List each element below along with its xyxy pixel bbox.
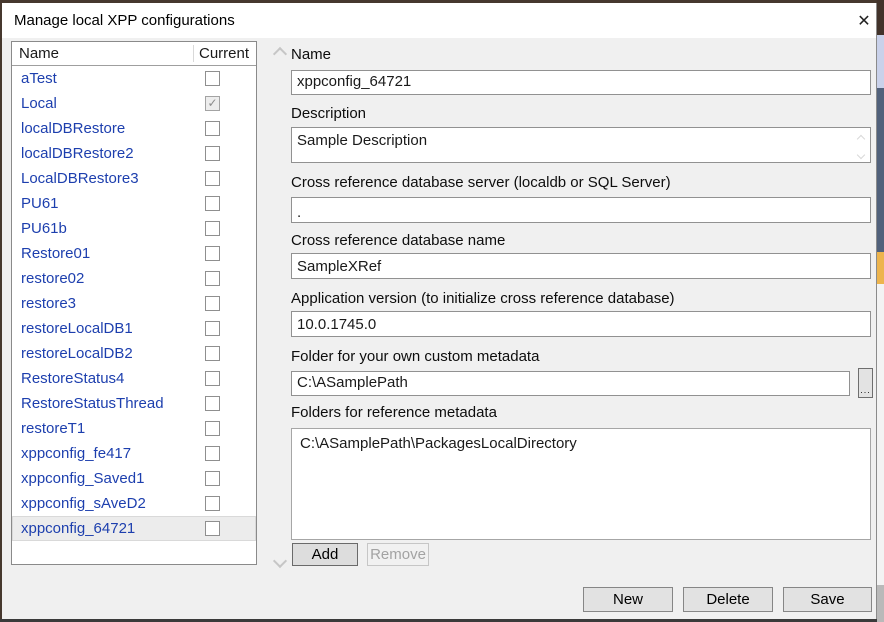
list-item[interactable]: RestoreStatus4 xyxy=(12,366,256,391)
current-checkbox[interactable] xyxy=(205,446,220,461)
config-name[interactable]: xppconfig_sAveD2 xyxy=(12,495,205,512)
name-input[interactable]: xppconfig_64721 xyxy=(291,70,871,95)
list-item[interactable]: restore3 xyxy=(12,291,256,316)
config-list-header: Name Current xyxy=(12,42,256,66)
column-header-name[interactable]: Name xyxy=(12,45,193,62)
background-sliver xyxy=(877,35,884,88)
list-item[interactable]: PU61b xyxy=(12,216,256,241)
list-item[interactable]: restoreT1 xyxy=(12,416,256,441)
current-checkbox[interactable] xyxy=(205,221,220,236)
name-label: Name xyxy=(291,46,332,63)
list-item[interactable]: xppconfig_sAveD2 xyxy=(12,491,256,516)
config-name[interactable]: restore3 xyxy=(12,295,205,312)
app-version-label: Application version (to initialize cross… xyxy=(291,290,675,307)
current-checkbox[interactable] xyxy=(205,421,220,436)
current-checkbox[interactable] xyxy=(205,246,220,261)
current-checkbox[interactable] xyxy=(205,496,220,511)
config-list: Name Current aTest Local ✓ localDBRestore lo… xyxy=(11,41,257,565)
save-button[interactable]: Save xyxy=(783,587,872,612)
config-name[interactable]: xppconfig_Saved1 xyxy=(12,470,205,487)
list-item[interactable]: Local ✓ xyxy=(12,91,256,116)
config-name[interactable]: localDBRestore2 xyxy=(12,145,205,162)
current-checkbox[interactable] xyxy=(205,71,220,86)
current-checkbox[interactable] xyxy=(205,371,220,386)
config-name[interactable]: Local xyxy=(12,95,205,112)
config-name[interactable]: xppconfig_fe417 xyxy=(12,445,205,462)
config-name[interactable]: restore02 xyxy=(12,270,205,287)
xref-name-label: Cross reference database name xyxy=(291,232,506,249)
delete-button[interactable]: Delete xyxy=(683,587,773,612)
ref-folders-label: Folders for reference metadata xyxy=(291,404,497,421)
ref-folders-listbox[interactable]: C:\ASamplePath\PackagesLocalDirectory xyxy=(291,428,871,540)
config-name[interactable]: restoreT1 xyxy=(12,420,205,437)
xref-name-input[interactable]: SampleXRef xyxy=(291,253,871,279)
add-button[interactable]: Add xyxy=(292,543,358,566)
current-checkbox[interactable] xyxy=(205,296,220,311)
list-item[interactable]: localDBRestore xyxy=(12,116,256,141)
list-item[interactable]: RestoreStatusThread xyxy=(12,391,256,416)
list-item[interactable]: xppconfig_fe417 xyxy=(12,441,256,466)
config-name[interactable]: restoreLocalDB2 xyxy=(12,345,205,362)
current-checkbox[interactable]: ✓ xyxy=(205,96,220,111)
current-checkbox[interactable] xyxy=(205,171,220,186)
config-name[interactable]: Restore01 xyxy=(12,245,205,262)
column-header-current[interactable]: Current xyxy=(194,45,249,62)
config-name[interactable]: xppconfig_64721 xyxy=(12,520,205,537)
config-name[interactable]: localDBRestore xyxy=(12,120,205,137)
app-version-input[interactable]: 10.0.1745.0 xyxy=(291,311,871,337)
list-item[interactable]: localDBRestore2 xyxy=(12,141,256,166)
background-sliver xyxy=(877,585,884,622)
list-item[interactable]: aTest xyxy=(12,66,256,91)
config-name[interactable]: RestoreStatusThread xyxy=(12,395,205,412)
current-checkbox[interactable] xyxy=(205,196,220,211)
custom-folder-input[interactable]: C:\ASamplePath xyxy=(291,371,850,396)
xref-server-label: Cross reference database server (localdb… xyxy=(291,174,671,191)
background-sliver xyxy=(877,0,884,35)
xref-server-input[interactable]: . xyxy=(291,197,871,223)
current-checkbox[interactable] xyxy=(205,321,220,336)
config-name[interactable]: aTest xyxy=(12,70,205,87)
window-title: Manage local XPP configurations xyxy=(14,12,235,29)
list-item[interactable]: restoreLocalDB2 xyxy=(12,341,256,366)
config-name[interactable]: PU61 xyxy=(12,195,205,212)
browse-folder-button[interactable]: ... xyxy=(858,368,873,398)
ref-folder-item[interactable]: C:\ASamplePath\PackagesLocalDirectory xyxy=(292,429,870,452)
current-checkbox[interactable] xyxy=(205,146,220,161)
description-input[interactable]: Sample Description xyxy=(291,127,871,163)
current-checkbox[interactable] xyxy=(205,471,220,486)
list-item[interactable]: xppconfig_64721 xyxy=(12,516,256,541)
title-bar: Manage local XPP configurations ✕ xyxy=(2,3,876,38)
background-sliver xyxy=(877,252,884,284)
background-sliver xyxy=(877,88,884,252)
config-name[interactable]: LocalDBRestore3 xyxy=(12,170,205,187)
remove-button: Remove xyxy=(367,543,429,566)
new-button[interactable]: New xyxy=(583,587,673,612)
config-name[interactable]: restoreLocalDB1 xyxy=(12,320,205,337)
custom-folder-label: Folder for your own custom metadata xyxy=(291,348,540,365)
config-name[interactable]: RestoreStatus4 xyxy=(12,370,205,387)
current-checkbox[interactable] xyxy=(205,346,220,361)
list-item[interactable]: restore02 xyxy=(12,266,256,291)
list-item[interactable]: xppconfig_Saved1 xyxy=(12,466,256,491)
list-item[interactable]: LocalDBRestore3 xyxy=(12,166,256,191)
scrollbar-down-icon[interactable] xyxy=(272,553,288,569)
list-item[interactable]: restoreLocalDB1 xyxy=(12,316,256,341)
current-checkbox[interactable] xyxy=(205,396,220,411)
current-checkbox[interactable] xyxy=(205,521,220,536)
list-item[interactable]: PU61 xyxy=(12,191,256,216)
window-border-left xyxy=(0,3,2,619)
current-checkbox[interactable] xyxy=(205,271,220,286)
config-name[interactable]: PU61b xyxy=(12,220,205,237)
close-icon[interactable]: ✕ xyxy=(851,10,877,34)
background-sliver xyxy=(877,284,884,585)
description-label: Description xyxy=(291,105,367,122)
scrollbar-up-icon[interactable] xyxy=(272,46,288,62)
config-list-rows: aTest Local ✓ localDBRestore localDBRestore2… xyxy=(12,66,256,541)
current-checkbox[interactable] xyxy=(205,121,220,136)
manage-xpp-configurations-dialog: Manage local XPP configurations ✕ Name C… xyxy=(0,0,884,622)
list-item[interactable]: Restore01 xyxy=(12,241,256,266)
